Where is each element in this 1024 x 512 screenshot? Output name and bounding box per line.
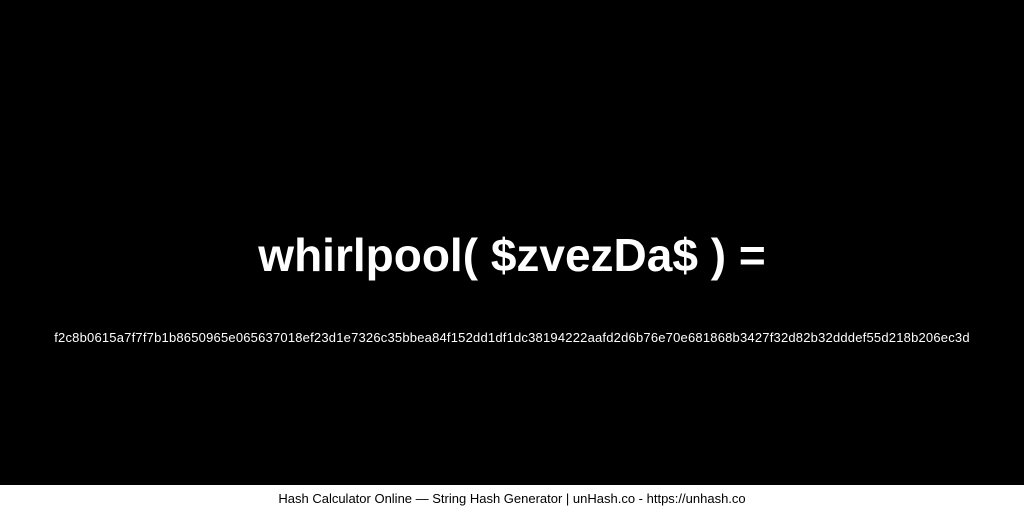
- footer-bar: Hash Calculator Online — String Hash Gen…: [0, 485, 1024, 512]
- main-content: whirlpool( $zvezDa$ ) = f2c8b0615a7f7f7b…: [0, 0, 1024, 512]
- hash-output: f2c8b0615a7f7f7b1b8650965e065637018ef23d…: [54, 330, 970, 345]
- footer-text: Hash Calculator Online — String Hash Gen…: [278, 491, 745, 506]
- hash-expression: whirlpool( $zvezDa$ ) =: [258, 228, 765, 282]
